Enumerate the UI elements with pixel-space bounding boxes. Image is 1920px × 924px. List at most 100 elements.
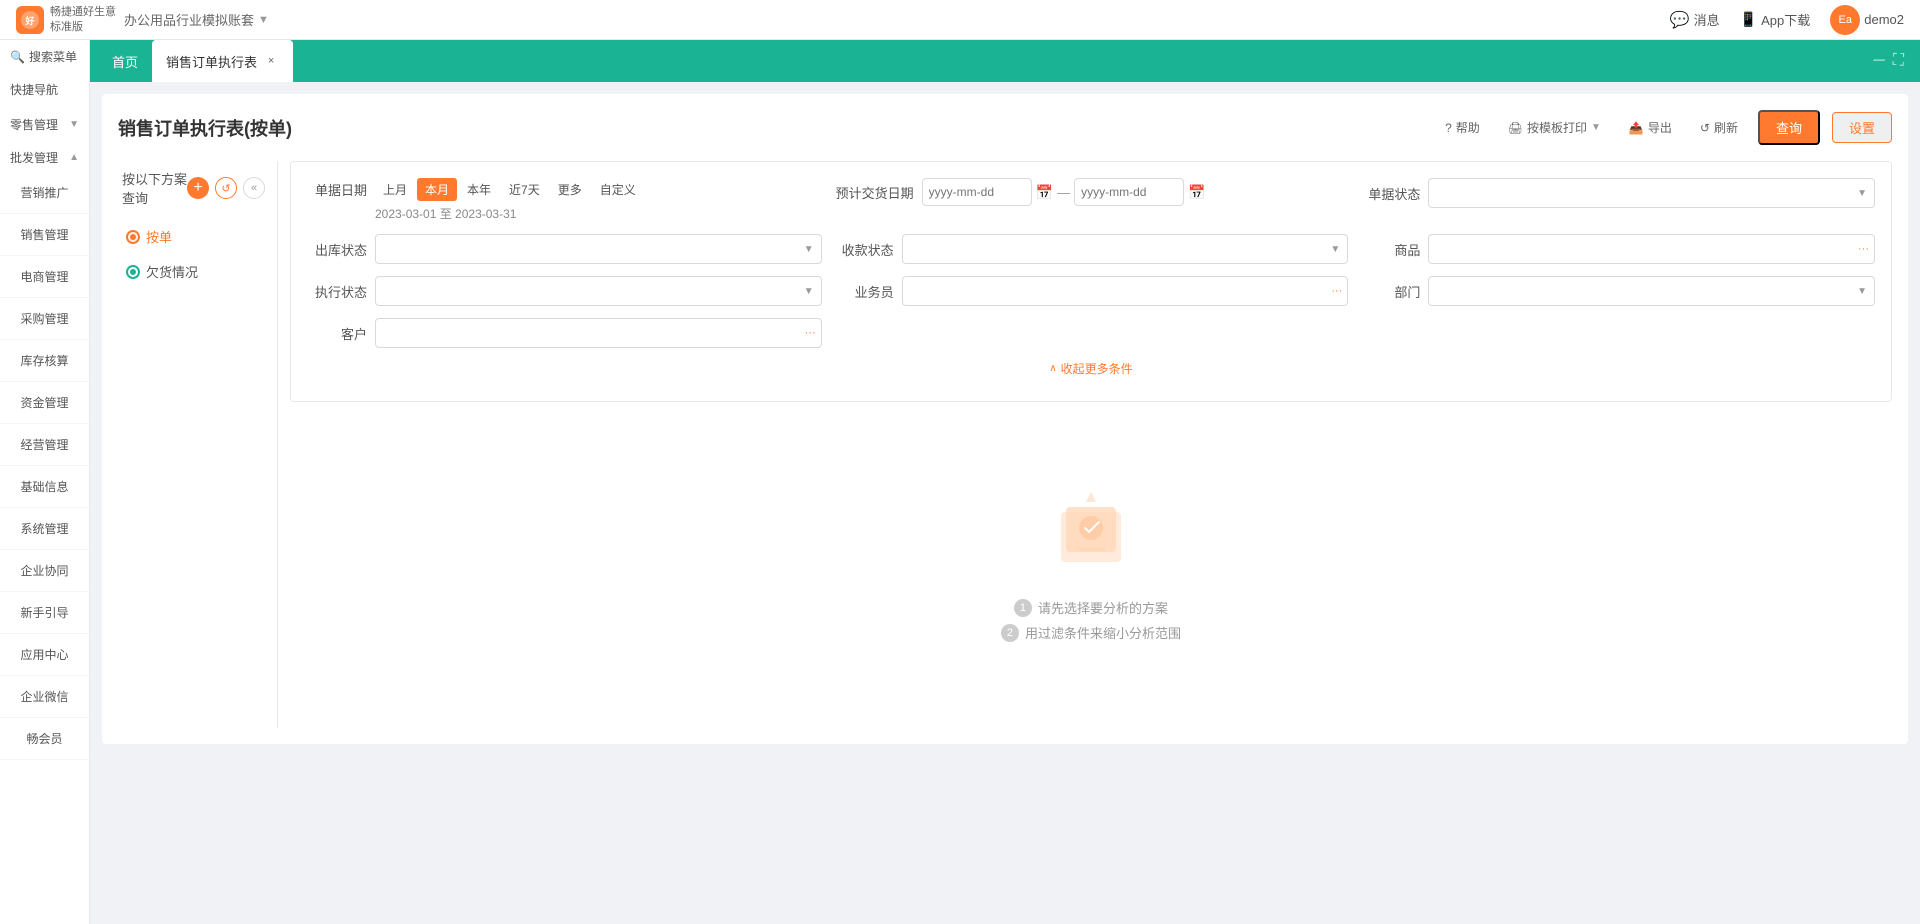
sidebar-item-newbie[interactable]: 新手引导: [0, 592, 89, 634]
message-button[interactable]: 💬 消息: [1670, 10, 1720, 30]
exec-status-select[interactable]: 执行中 已完成 未开始: [375, 276, 822, 306]
menu-item-by-debt[interactable]: 欠货情况: [118, 254, 269, 289]
sidebar-item-inventory[interactable]: 库存核算: [0, 340, 89, 382]
tab-close-button[interactable]: ×: [263, 53, 279, 69]
left-panel-title: 按以下方案查询: [122, 169, 187, 207]
dept-select[interactable]: [1428, 276, 1875, 306]
empty-hint-2: 2 用过滤条件来缩小分析范围: [1001, 623, 1181, 642]
add-icon: +: [193, 180, 202, 196]
sidebar-item-finance[interactable]: 资金管理: [0, 382, 89, 424]
exec-status-label: 执行状态: [307, 282, 367, 301]
message-label: 消息: [1694, 10, 1720, 29]
date-separator: —: [1057, 185, 1070, 200]
menu-item-by-order-label: 按单: [146, 227, 172, 246]
retail-arrow-icon: ▼: [69, 119, 79, 130]
export-button[interactable]: 📤 导出: [1621, 115, 1680, 140]
phone-icon: 📱: [1740, 11, 1757, 28]
collapse-filter-button[interactable]: ∧ 收起更多条件: [307, 352, 1875, 385]
refresh-button[interactable]: ↺ 刷新: [1692, 115, 1746, 140]
sidebar-item-marketing[interactable]: 营销推广: [0, 172, 89, 214]
sidebar-item-sales[interactable]: 销售管理: [0, 214, 89, 256]
left-panel: 按以下方案查询 + ↺ «: [118, 161, 278, 728]
refresh-scheme-icon: ↺: [221, 182, 230, 195]
exec-status-dropdown[interactable]: 执行中 已完成 未开始 ▼: [375, 276, 822, 306]
print-dropdown-icon: ▼: [1591, 122, 1601, 133]
doc-status-dropdown[interactable]: 已审核 未审核 作废 ▼: [1428, 178, 1875, 208]
add-scheme-button[interactable]: +: [187, 177, 209, 199]
date-label: 单据日期: [307, 180, 367, 199]
date-tab-last-month[interactable]: 上月: [375, 178, 415, 201]
user-name: demo2: [1864, 12, 1904, 27]
tab-home[interactable]: 首页: [98, 40, 152, 82]
customer-input[interactable]: [375, 318, 822, 348]
left-panel-actions: + ↺ «: [187, 177, 265, 199]
setting-button[interactable]: 设置: [1832, 112, 1892, 143]
left-panel-header: 按以下方案查询 + ↺ «: [118, 161, 269, 215]
date-tab-this-year[interactable]: 本年: [459, 178, 499, 201]
date-tab-custom[interactable]: 自定义: [592, 178, 644, 201]
user-menu[interactable]: Ea demo2: [1830, 5, 1904, 35]
sidebar-item-retail[interactable]: 零售管理 ▼: [0, 106, 89, 139]
filter-row-1: 单据日期 上月 本月 本年 近7天 更多 自定义: [307, 178, 1875, 222]
payment-status-select[interactable]: 已收款 未收款 部分收款: [902, 234, 1349, 264]
expected-date-from-input[interactable]: [922, 178, 1032, 206]
sidebar-item-wholesale[interactable]: 批发管理 ▲: [0, 139, 89, 172]
dept-dropdown[interactable]: ▼: [1428, 276, 1875, 306]
sidebar-item-wechat[interactable]: 企业微信: [0, 676, 89, 718]
maximize-icon[interactable]: ⛶: [1893, 52, 1904, 70]
filter-cell-date: 单据日期 上月 本月 本年 近7天 更多 自定义: [307, 178, 822, 222]
print-button[interactable]: 🖨 按模板打印 ▼: [1500, 115, 1609, 140]
outbound-status-select[interactable]: 已出库 未出库 部分出库: [375, 234, 822, 264]
date-tab-last7[interactable]: 近7天: [501, 178, 548, 201]
date-tab-more[interactable]: 更多: [550, 178, 590, 201]
app-download-button[interactable]: 📱 App下载: [1740, 10, 1811, 29]
date-tabs: 上月 本月 本年 近7天 更多 自定义: [375, 178, 644, 201]
breadcrumb-arrow-icon: ▼: [258, 14, 269, 26]
sidebar-item-appcenter[interactable]: 应用中心: [0, 634, 89, 676]
sidebar-search[interactable]: 🔍 搜索菜单: [0, 40, 89, 73]
sidebar-item-basic[interactable]: 基础信息: [0, 466, 89, 508]
filter-container: 单据日期 上月 本月 本年 近7天 更多 自定义: [290, 161, 1892, 402]
filter-cell-customer: 客户 ···: [307, 318, 822, 348]
menu-item-by-order[interactable]: 按单: [118, 219, 269, 254]
salesperson-label: 业务员: [834, 282, 894, 301]
filter-cell-dept: 部门 ▼: [1360, 276, 1875, 306]
goods-dots-button[interactable]: ···: [1858, 243, 1869, 255]
help-button[interactable]: ? 帮助: [1437, 115, 1488, 140]
minimize-icon[interactable]: ─: [1873, 52, 1884, 70]
menu-item-by-debt-label: 欠货情况: [146, 262, 198, 281]
salesperson-input[interactable]: [902, 276, 1349, 306]
help-icon: ?: [1445, 121, 1452, 135]
sidebar-item-cooperation[interactable]: 企业协同: [0, 550, 89, 592]
expected-date-to-input[interactable]: [1074, 178, 1184, 206]
customer-dots-button[interactable]: ···: [805, 327, 816, 339]
tab-active[interactable]: 销售订单执行表 ×: [152, 40, 293, 82]
export-label: 导出: [1648, 119, 1672, 136]
doc-status-select[interactable]: 已审核 未审核 作废: [1428, 178, 1875, 208]
salesperson-dots-button[interactable]: ···: [1331, 285, 1342, 297]
calendar-to-icon[interactable]: 📅: [1188, 184, 1205, 201]
sidebar-quick-nav[interactable]: 快捷导航: [0, 73, 89, 106]
sidebar-item-purchase[interactable]: 采购管理: [0, 298, 89, 340]
goods-input-group: ···: [1428, 234, 1875, 264]
query-button[interactable]: 查询: [1758, 110, 1820, 145]
calendar-from-icon[interactable]: 📅: [1036, 184, 1053, 201]
refresh-scheme-button[interactable]: ↺: [215, 177, 237, 199]
retail-label: 零售管理: [10, 116, 58, 133]
payment-status-dropdown[interactable]: 已收款 未收款 部分收款 ▼: [902, 234, 1349, 264]
sidebar-item-system[interactable]: 系统管理: [0, 508, 89, 550]
goods-input[interactable]: [1428, 234, 1875, 264]
logo-text: 畅捷通好生意 标准版: [50, 5, 116, 34]
empty-illustration: [1041, 482, 1141, 582]
collapse-panel-button[interactable]: «: [243, 177, 265, 199]
sidebar-item-ecommerce[interactable]: 电商管理: [0, 256, 89, 298]
sidebar-item-operation[interactable]: 经营管理: [0, 424, 89, 466]
date-tab-current-month[interactable]: 本月: [417, 178, 457, 201]
help-label: 帮助: [1456, 119, 1480, 136]
filter-cell-exec: 执行状态 执行中 已完成 未开始 ▼: [307, 276, 822, 306]
sidebar-item-vip[interactable]: 畅会员: [0, 718, 89, 760]
breadcrumb-area[interactable]: 办公用品行业模拟账套 ▼: [124, 10, 269, 29]
outbound-status-dropdown[interactable]: 已出库 未出库 部分出库 ▼: [375, 234, 822, 264]
empty-state: 1 请先选择要分析的方案 2 用过滤条件来缩小分析范围: [290, 402, 1892, 728]
payment-status-label: 收款状态: [834, 240, 894, 259]
